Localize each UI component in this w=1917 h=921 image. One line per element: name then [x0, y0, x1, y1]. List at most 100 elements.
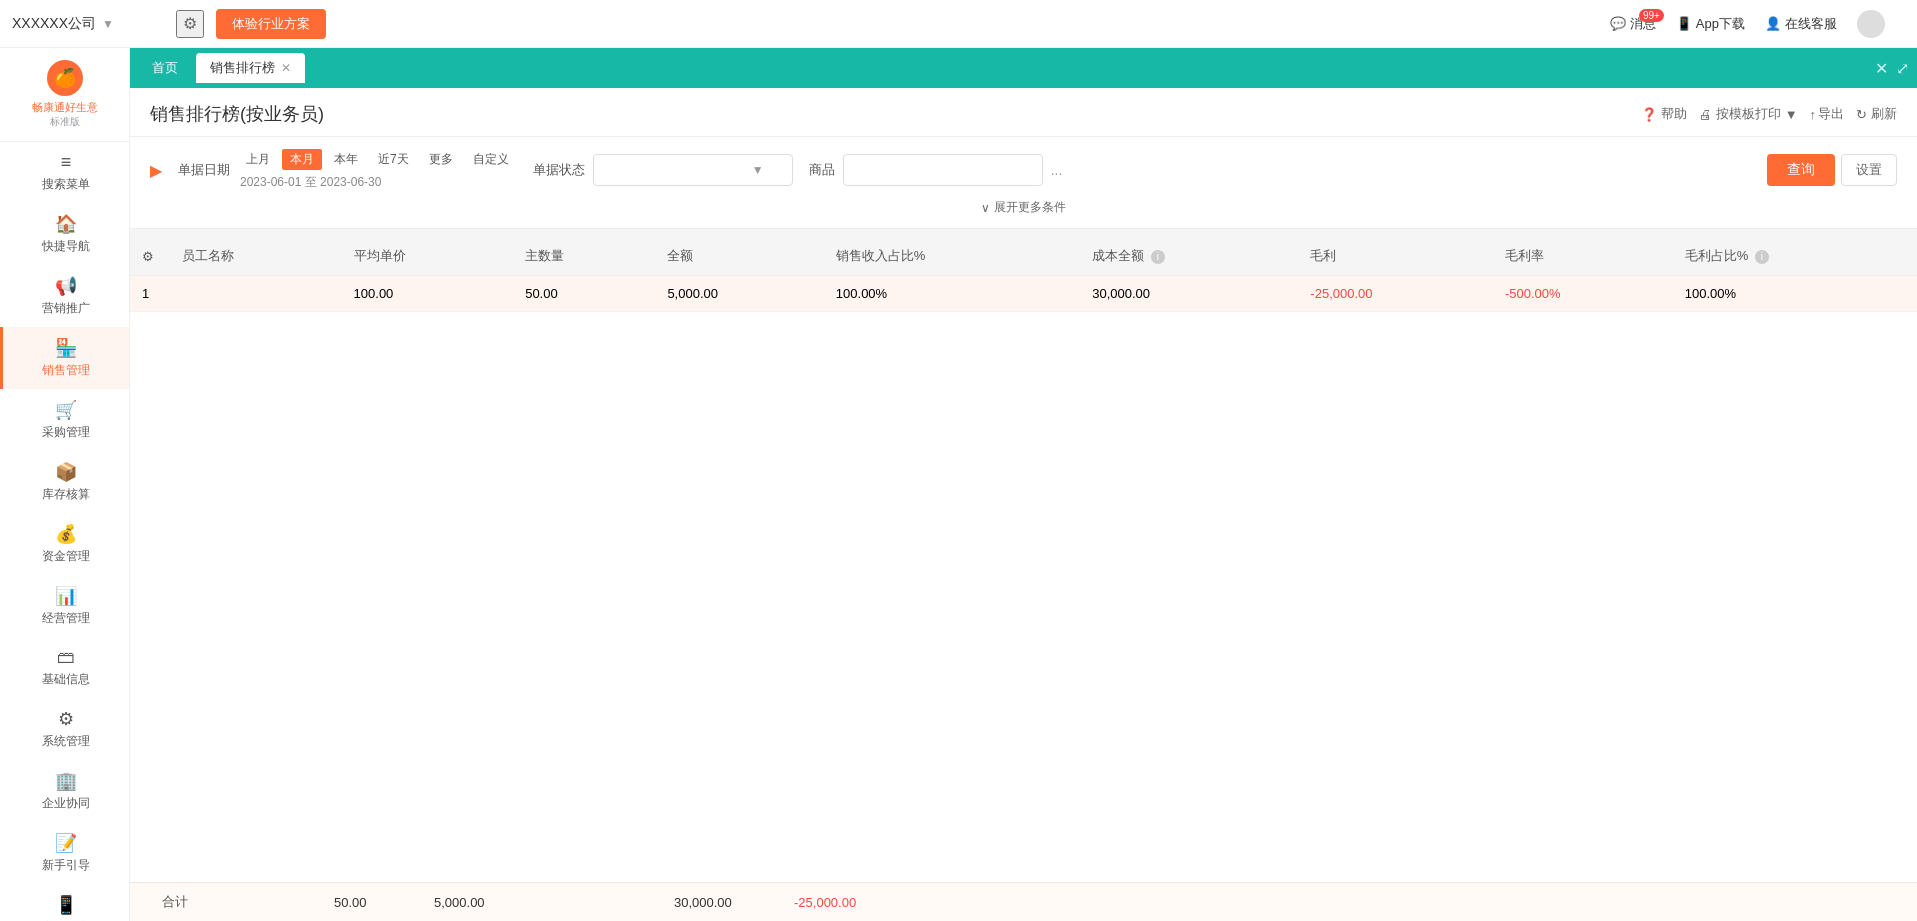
quicknav-icon: 🏠: [55, 213, 77, 235]
sidebar-item-label: 系统管理: [42, 733, 90, 750]
date-tabs: 上月 本月 本年 近7天 更多 自定义: [238, 149, 517, 170]
settings-icon[interactable]: ⚙: [176, 10, 204, 38]
tab-home[interactable]: 首页: [138, 53, 192, 83]
col-settings[interactable]: ⚙: [130, 237, 170, 276]
status-filter-label: 单据状态: [533, 161, 585, 179]
sidebar-item-label: 基础信息: [42, 671, 90, 688]
footer-sales-pct: [542, 895, 662, 910]
page-actions: ❓ 帮助 🖨 按模板打印 ▼ ↑ 导出 ↻ 刷新: [1641, 105, 1897, 123]
table-body: 1 100.00 50.00 5,000.00 100.00% 30,000.0…: [130, 276, 1917, 312]
refresh-label: 刷新: [1871, 105, 1897, 123]
sidebar-item-finance[interactable]: 💰 资金管理: [0, 513, 129, 575]
print-icon: 🖨: [1699, 107, 1712, 122]
sidebar-item-label: 经营管理: [42, 610, 90, 627]
tab-bar: 首页 销售排行榜 ✕ ✕ ⤢: [130, 48, 1917, 88]
filter-bar: ▶ 单据日期 上月 本月 本年 近7天 更多 自定义: [130, 137, 1917, 229]
cell-cost: 30,000.00: [1080, 276, 1298, 312]
col-avg-price-header: 平均单价: [342, 237, 514, 276]
top-right-area: 💬 消息 99+ 📱 App下载 👤 在线客服: [1610, 10, 1905, 38]
setting-button[interactable]: 设置: [1841, 154, 1897, 186]
logo-emoji: 🍊: [54, 67, 76, 89]
top-header: XXXXXX公司 ▼ ⚙ 体验行业方案 💬 消息 99+ 📱 App下载 👤 在…: [0, 0, 1917, 48]
filter-expand-arrow[interactable]: ▶: [150, 161, 162, 180]
company-selector[interactable]: XXXXXX公司 ▼: [12, 15, 172, 33]
date-tab-this-year[interactable]: 本年: [326, 149, 366, 170]
sidebar-logo: 🍊 畅康通好生意 标准版: [0, 48, 129, 142]
sidebar-item-basic[interactable]: 🗃 基础信息: [0, 637, 129, 698]
more-filters-dots[interactable]: ...: [1051, 162, 1063, 178]
cell-name: [170, 276, 342, 312]
sidebar-item-sales[interactable]: 🏪 销售管理: [0, 327, 129, 389]
refresh-button[interactable]: ↻ 刷新: [1856, 105, 1897, 123]
col-settings-icon: ⚙: [142, 249, 154, 264]
col-gross-rate-header: 毛利率: [1493, 237, 1673, 276]
cell-rank: 1: [130, 276, 170, 312]
sidebar-item-guide[interactable]: 📝 新手引导: [0, 822, 129, 884]
tab-close-window-icon[interactable]: ✕: [1875, 59, 1888, 78]
sidebar-item-quicknav[interactable]: 🏠 快捷导航: [0, 203, 129, 265]
expand-more-label: 展开更多条件: [994, 199, 1066, 216]
expand-chevron-icon: ∨: [981, 201, 990, 215]
date-tab-prev-month[interactable]: 上月: [238, 149, 278, 170]
col-amount-header: 全额: [655, 237, 823, 276]
chevron-down-icon: ▼: [102, 17, 114, 31]
status-select-arrow: ▼: [752, 163, 764, 177]
app-download-button[interactable]: 📱 App下载: [1676, 15, 1745, 33]
tab-close-icon[interactable]: ✕: [281, 61, 291, 75]
online-service-label: 在线客服: [1785, 15, 1837, 33]
col-gross-pct-header: 毛利占比% i: [1673, 237, 1917, 276]
date-tab-more[interactable]: 更多: [421, 149, 461, 170]
sidebar-item-label: 快捷导航: [42, 238, 90, 255]
page-content: 销售排行榜(按业务员) ❓ 帮助 🖨 按模板打印 ▼ ↑ 导出: [130, 88, 1917, 921]
cell-gross-rate: -500.00%: [1493, 276, 1673, 312]
logo-sub: 标准版: [50, 115, 80, 129]
enterprise-icon: 🏢: [55, 770, 77, 792]
expand-more-button[interactable]: ∨ 展开更多条件: [981, 199, 1066, 216]
col-sales-pct-header: 销售收入占比%: [824, 237, 1080, 276]
date-tab-this-month[interactable]: 本月: [282, 149, 322, 170]
help-button[interactable]: ❓ 帮助: [1641, 105, 1687, 123]
table-header-row: ⚙ 员工名称 平均单价 主数量 全额 销售收入占比% 成本全额 i 毛利: [130, 237, 1917, 276]
date-tab-custom[interactable]: 自定义: [465, 149, 517, 170]
date-tab-last7days[interactable]: 近7天: [370, 149, 417, 170]
export-button[interactable]: ↑ 导出: [1810, 105, 1845, 123]
sidebar-item-enterprise[interactable]: 🏢 企业协同: [0, 760, 129, 822]
footer-gross: -25,000.00: [782, 895, 902, 910]
marketing-icon: 📢: [55, 275, 77, 297]
goods-filter-label: 商品: [809, 161, 835, 179]
app-download-label: App下载: [1696, 15, 1745, 33]
tab-maximize-icon[interactable]: ⤢: [1896, 59, 1909, 78]
help-label: 帮助: [1661, 105, 1687, 123]
status-select[interactable]: ▼: [593, 154, 793, 186]
table-container: ⚙ 员工名称 平均单价 主数量 全额 销售收入占比% 成本全额 i 毛利: [130, 237, 1917, 921]
sidebar-item-inventory[interactable]: 📦 库存核算: [0, 451, 129, 513]
goods-input[interactable]: [843, 154, 1043, 186]
sidebar-item-purchase[interactable]: 🛒 采购管理: [0, 389, 129, 451]
query-button[interactable]: 查询: [1767, 154, 1835, 186]
sidebar-item-appcenter[interactable]: 📱 应用中心: [0, 884, 129, 921]
trial-button[interactable]: 体验行业方案: [216, 9, 326, 39]
home-tab-label: 首页: [152, 59, 178, 77]
message-button[interactable]: 💬 消息 99+: [1610, 15, 1656, 33]
sidebar-item-search[interactable]: ≡ 搜索菜单: [0, 142, 129, 203]
col-gross-header: 毛利: [1298, 237, 1493, 276]
cell-gross-pct: 100.00%: [1673, 276, 1917, 312]
sidebar-item-marketing[interactable]: 📢 营销推广: [0, 265, 129, 327]
gross-pct-info-icon[interactable]: i: [1755, 250, 1769, 264]
footer-qty: 50.00: [322, 895, 422, 910]
sales-ranking-tab-label: 销售排行榜: [210, 59, 275, 77]
data-table: ⚙ 员工名称 平均单价 主数量 全额 销售收入占比% 成本全额 i 毛利: [130, 237, 1917, 312]
cell-gross: -25,000.00: [1298, 276, 1493, 312]
cost-info-icon[interactable]: i: [1151, 250, 1165, 264]
template-print-button[interactable]: 🖨 按模板打印 ▼: [1699, 105, 1798, 123]
avatar[interactable]: [1857, 10, 1885, 38]
sidebar-item-label: 企业协同: [42, 795, 90, 812]
sidebar-item-operations[interactable]: 📊 经营管理: [0, 575, 129, 637]
goods-filter-group: 商品 ...: [809, 154, 1063, 186]
online-service-button[interactable]: 👤 在线客服: [1765, 15, 1837, 33]
col-name-header: 员工名称: [170, 237, 342, 276]
sidebar-item-system[interactable]: ⚙ 系统管理: [0, 698, 129, 760]
footer-gross-rate: [902, 895, 1022, 910]
logo-text: 畅康通好生意: [32, 100, 98, 115]
tab-sales-ranking[interactable]: 销售排行榜 ✕: [196, 53, 305, 83]
